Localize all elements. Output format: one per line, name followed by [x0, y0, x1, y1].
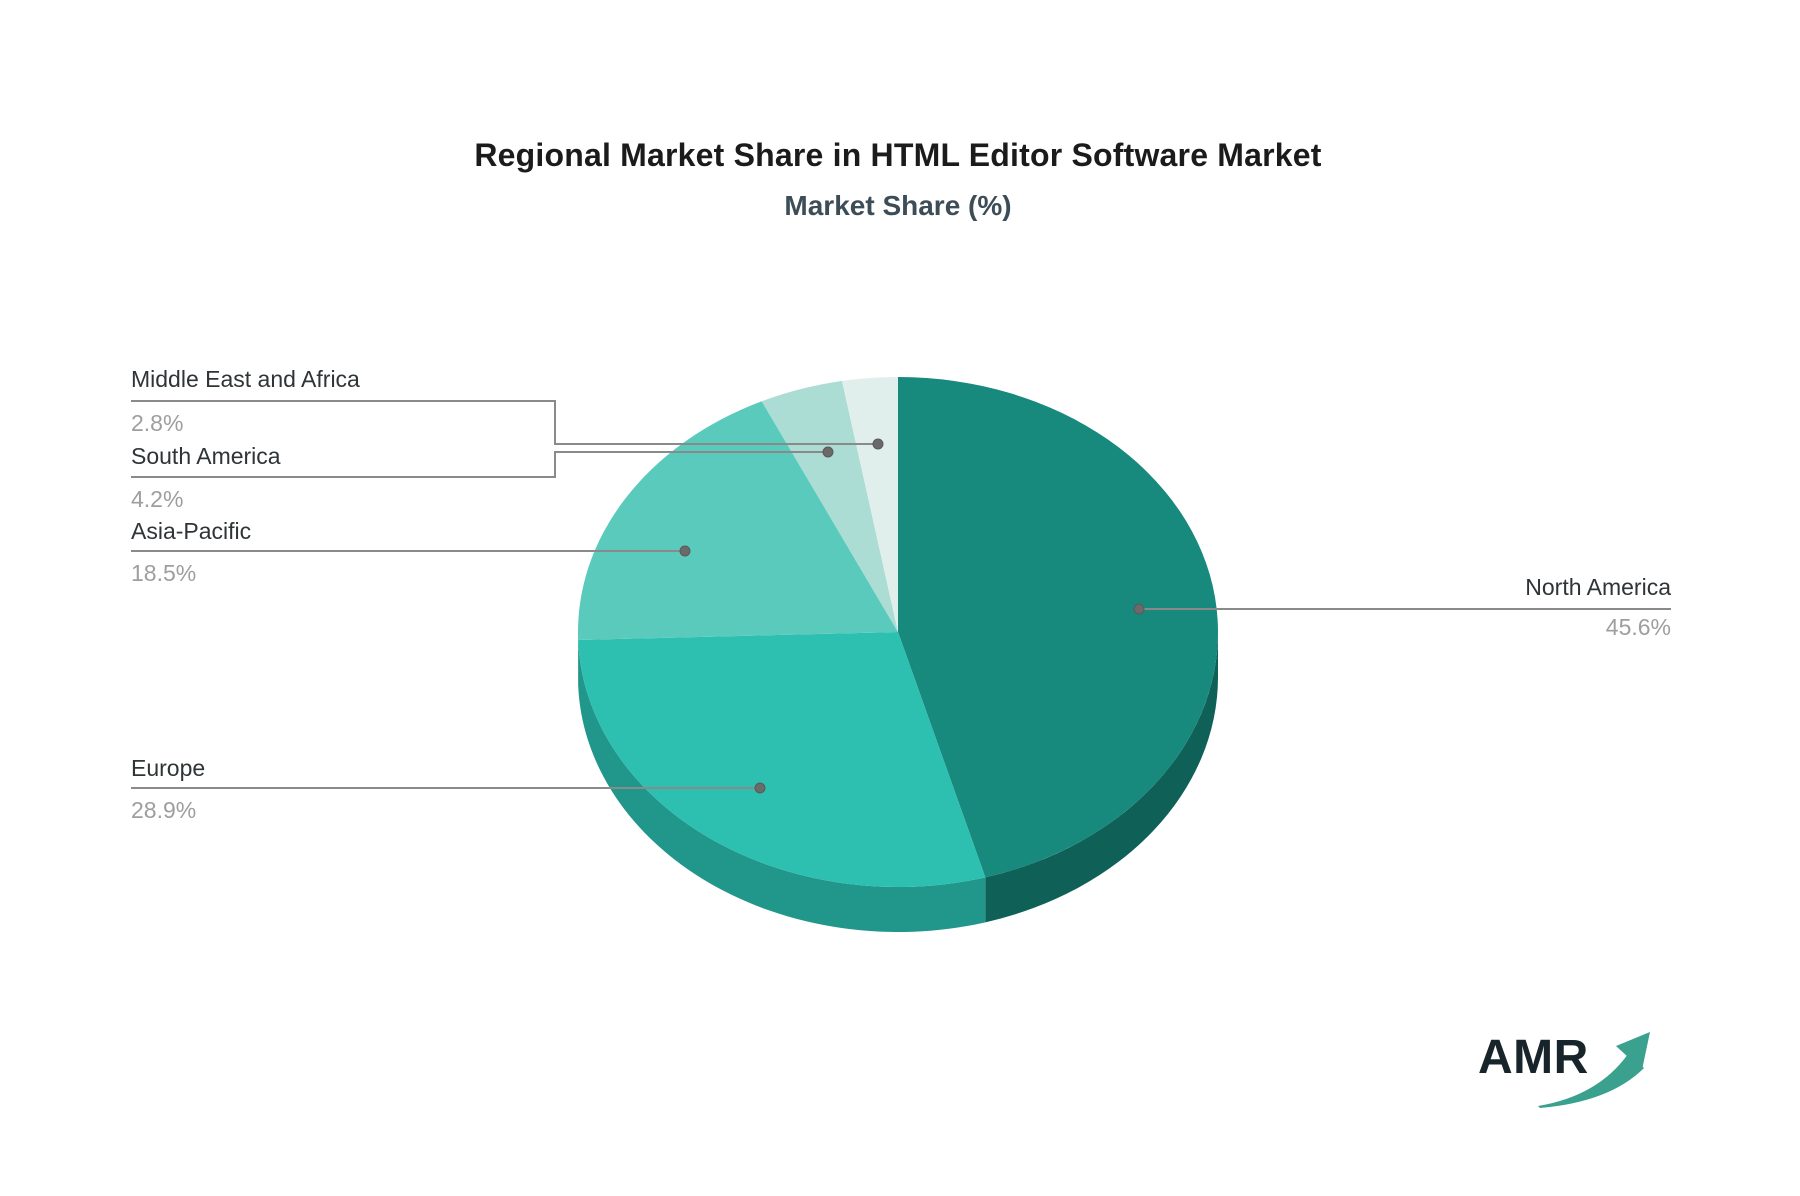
slice-value-asia-pacific: 18.5%: [131, 560, 197, 586]
slice-value-south-america: 4.2%: [131, 486, 184, 512]
slice-label-north-america: North America: [1525, 574, 1671, 600]
chart-canvas: Regional Market Share in HTML Editor Sof…: [0, 0, 1800, 1196]
callout-dot-asia-pacific: [679, 545, 691, 557]
amr-logo-arrow-icon: [1538, 1032, 1650, 1108]
slice-label-middle-east-and-africa: Middle East and Africa: [131, 366, 360, 392]
slice-label-europe: Europe: [131, 755, 206, 781]
callout-dot-europe: [754, 782, 766, 794]
slice-label-asia-pacific: Asia-Pacific: [131, 518, 252, 544]
slice-value-north-america: 45.6%: [1605, 614, 1671, 640]
slice-label-south-america: South America: [131, 443, 281, 469]
pie-top-surface: [578, 377, 1219, 888]
callout-dot-south-america: [822, 446, 834, 458]
callout-dot-middle-east-and-africa: [872, 438, 884, 450]
amr-logo: AMR: [1478, 1030, 1678, 1120]
slice-value-europe: 28.9%: [131, 797, 197, 823]
slice-value-middle-east-and-africa: 2.8%: [131, 410, 184, 436]
callout-dot-north-america: [1133, 603, 1145, 615]
